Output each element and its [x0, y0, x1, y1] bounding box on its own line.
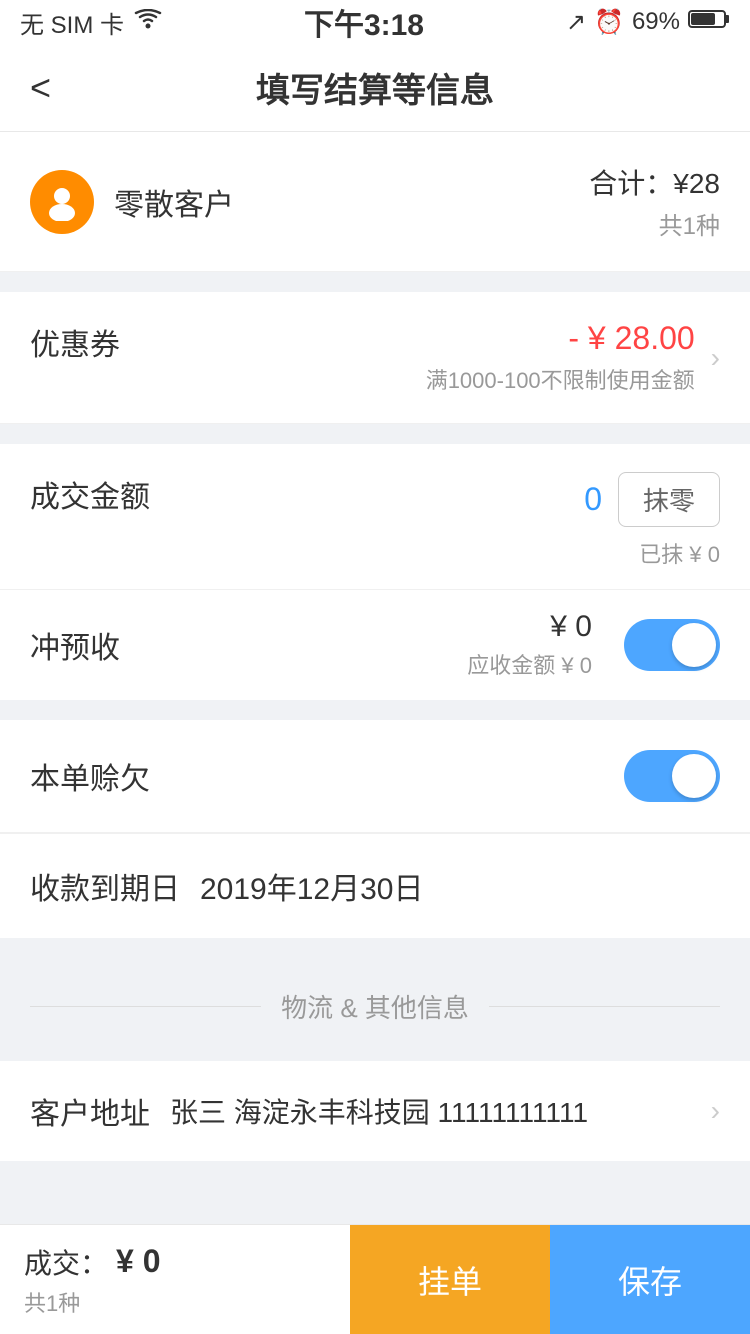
- divider-4: [0, 938, 750, 968]
- bottom-deal-amount: ¥ 0: [116, 1243, 160, 1280]
- divider-2: [0, 424, 750, 444]
- divider-5: [0, 1045, 750, 1061]
- bottom-summary: 成交： ¥ 0 共1种: [0, 1225, 350, 1334]
- divider-1: [0, 272, 750, 292]
- header-line-left: [30, 1006, 261, 1007]
- divider-3: [0, 700, 750, 720]
- bottom-deal-label: 成交：: [24, 1242, 108, 1282]
- header-line-right: [489, 1006, 720, 1007]
- prepay-sub: 应收金额 ¥ 0: [467, 648, 592, 680]
- customer-left: 零散客户: [30, 170, 234, 234]
- wifi-icon: [134, 8, 162, 36]
- coupon-row[interactable]: 优惠券 - ¥ 28.00 满1000-100不限制使用金额 ›: [0, 292, 750, 424]
- bottom-deal: 成交： ¥ 0: [24, 1242, 326, 1282]
- customer-right: 合计：¥28 共1种: [589, 162, 720, 241]
- coupon-right: - ¥ 28.00 满1000-100不限制使用金额 ›: [426, 320, 720, 395]
- debit-label: 本单赊欠: [30, 754, 150, 798]
- customer-name: 零散客户: [114, 180, 234, 224]
- duedate-row: 收款到期日 2019年12月30日: [0, 833, 750, 938]
- debit-row: 本单赊欠: [0, 720, 750, 833]
- deal-value: 0: [584, 481, 602, 518]
- customer-avatar: [30, 170, 94, 234]
- coupon-right-content: - ¥ 28.00 满1000-100不限制使用金额: [426, 320, 695, 395]
- round-button[interactable]: 抹零: [618, 472, 720, 527]
- logistics-section-header: 物流 & 其他信息: [0, 968, 750, 1045]
- address-chevron-icon: ›: [711, 1095, 720, 1127]
- battery-icon: [688, 8, 730, 37]
- address-label: 客户地址: [30, 1089, 150, 1133]
- save-button-label: 保存: [618, 1257, 682, 1303]
- prepay-amounts: ¥ 0 应收金额 ¥ 0: [467, 610, 592, 680]
- content: 零散客户 合计：¥28 共1种 优惠券 - ¥ 28.00 满1000-100不…: [0, 132, 750, 1281]
- section-header-text: 物流 & 其他信息: [281, 988, 469, 1025]
- nav-bar: < 填写结算等信息: [0, 44, 750, 132]
- deal-amount-label: 成交金额: [30, 472, 150, 516]
- status-left: 无 SIM 卡: [20, 5, 162, 40]
- coupon-label: 优惠券: [30, 320, 120, 364]
- save-button[interactable]: 保存: [550, 1225, 750, 1334]
- deal-amount-row: 成交金额 0 抹零: [0, 444, 750, 537]
- hang-button[interactable]: 挂单: [350, 1225, 550, 1334]
- status-right: ↗ ⏰ 69%: [566, 8, 730, 37]
- alarm-icon: ⏰: [594, 8, 624, 37]
- hang-button-label: 挂单: [418, 1257, 482, 1303]
- battery-percent: 69%: [632, 8, 680, 36]
- page-title: 填写结算等信息: [256, 63, 494, 112]
- deal-right: 0 抹零: [584, 472, 720, 527]
- prepay-right: ¥ 0 应收金额 ¥ 0: [467, 610, 720, 680]
- back-button[interactable]: <: [30, 67, 51, 109]
- coupon-chevron-icon: ›: [711, 342, 720, 374]
- toggle-circle: [672, 623, 716, 667]
- prepay-toggle[interactable]: [624, 619, 720, 671]
- no-sim-label: 无 SIM 卡: [20, 5, 124, 40]
- total-count: 共1种: [589, 206, 720, 241]
- debit-toggle[interactable]: [624, 750, 720, 802]
- coupon-discount: - ¥ 28.00: [426, 320, 695, 357]
- bottom-count: 共1种: [24, 1286, 326, 1318]
- address-value: 张三 海淀永丰科技园 11111111111: [170, 1091, 588, 1131]
- bottom-bar: 成交： ¥ 0 共1种 挂单 保存: [0, 1224, 750, 1334]
- prepay-amount: ¥ 0: [467, 610, 592, 644]
- deal-sub-text: 已抹 ¥ 0: [0, 537, 750, 589]
- address-left: 客户地址 张三 海淀永丰科技园 11111111111: [30, 1089, 588, 1133]
- back-icon: <: [30, 67, 51, 108]
- section-header-line: 物流 & 其他信息: [0, 988, 750, 1025]
- duedate-value: 2019年12月30日: [200, 864, 423, 908]
- duedate-label: 收款到期日: [30, 864, 180, 908]
- location-icon: ↗: [566, 8, 586, 37]
- coupon-desc: 满1000-100不限制使用金额: [426, 363, 695, 395]
- prepay-label: 冲预收: [30, 623, 120, 667]
- status-time: 下午3:18: [304, 0, 424, 44]
- customer-row: 零散客户 合计：¥28 共1种: [0, 132, 750, 272]
- prepay-row: 冲预收 ¥ 0 应收金额 ¥ 0: [0, 589, 750, 700]
- status-bar: 无 SIM 卡 下午3:18 ↗ ⏰ 69%: [0, 0, 750, 44]
- total-amount: 合计：¥28: [589, 162, 720, 202]
- debit-toggle-circle: [672, 754, 716, 798]
- address-row[interactable]: 客户地址 张三 海淀永丰科技园 11111111111 ›: [0, 1061, 750, 1161]
